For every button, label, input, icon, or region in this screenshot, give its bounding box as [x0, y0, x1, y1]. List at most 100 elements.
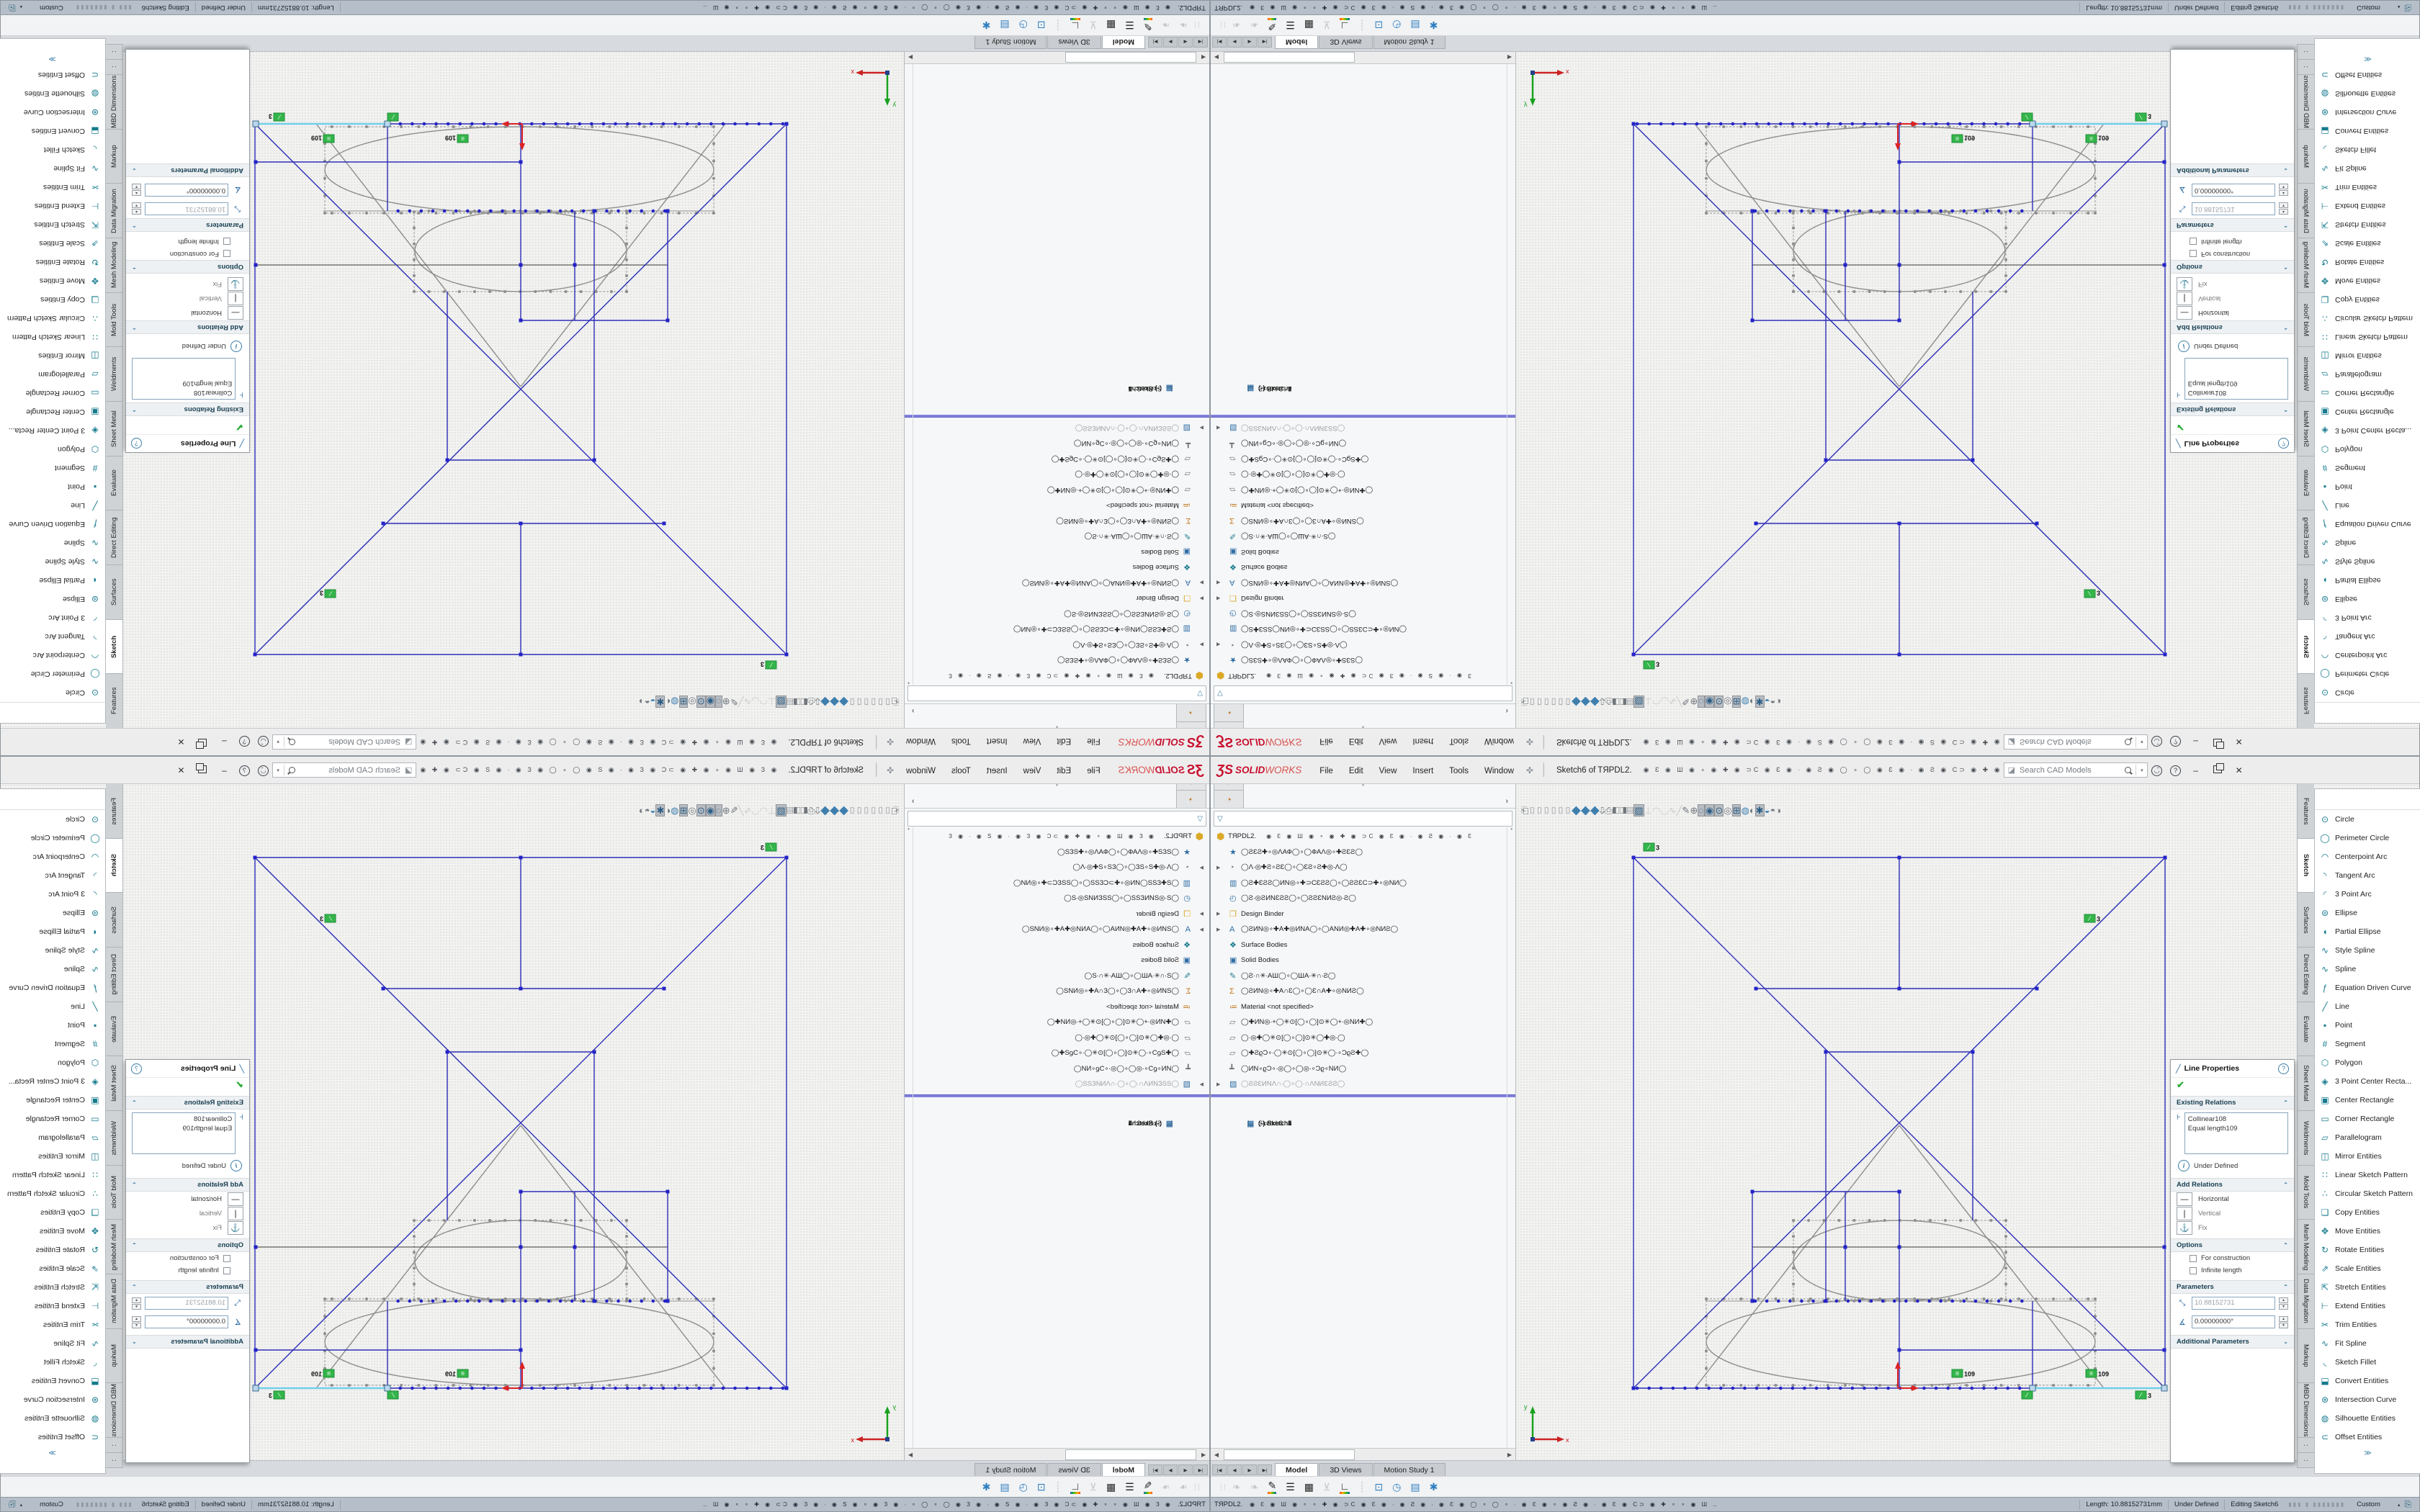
flyout-more-icon[interactable]: ≫	[0, 1449, 105, 1457]
flyout-menu-item[interactable]: ∴ Circular Sketch Pattern	[0, 309, 105, 328]
menu-item[interactable]: Insert	[1404, 737, 1441, 746]
hud-tool-icon[interactable]: ▯	[1536, 805, 1543, 816]
angle-input[interactable]: 0.00000000°	[2192, 1315, 2275, 1328]
user-account-icon[interactable]: ◡̈	[254, 764, 272, 776]
flyout-menu-item[interactable]: ⬓ Convert Entities	[0, 1372, 105, 1390]
bottom-tool-icon[interactable]: ┊	[1359, 1481, 1365, 1493]
hud-tool-icon[interactable]: ⊞	[1732, 804, 1742, 816]
flyout-menu-item[interactable]: ⊢ Extend Entities	[2315, 1297, 2420, 1315]
hud-tool-icon[interactable]: ∿	[743, 805, 751, 816]
hud-tool-icon[interactable]: ▯	[1543, 805, 1550, 816]
relation-item[interactable]: Equal length109	[135, 1124, 232, 1133]
bottom-tool-icon[interactable]: ▤	[1410, 1481, 1420, 1493]
hud-tool-icon[interactable]: ◆	[820, 805, 830, 816]
hud-tool-icon[interactable]: ⎙	[1605, 805, 1612, 816]
command-tab[interactable]: :	[106, 44, 122, 59]
bottom-tool-icon[interactable]: ⊡	[1374, 1481, 1383, 1493]
menu-item[interactable]: View	[1371, 767, 1405, 775]
close-button[interactable]: ✕	[170, 765, 192, 775]
bottom-tool-icon[interactable]: ∟	[1070, 1480, 1080, 1494]
tab-scroll-button[interactable]: |◀	[1212, 1464, 1227, 1475]
hud-tool-icon[interactable]: ⎙	[807, 805, 815, 816]
flyout-menu-item[interactable]: ▣ Center Rectangle	[0, 402, 105, 421]
flyout-menu-item[interactable]: ↻ Rotate Entities	[0, 253, 105, 271]
status-mbd-icon[interactable]: ⎘	[9, 2, 16, 13]
spinner-up[interactable]: ▲	[2279, 210, 2288, 215]
spinner-down[interactable]: ▼	[132, 1304, 141, 1310]
bottom-tool-icon[interactable]: ┊	[1055, 19, 1061, 32]
flyout-menu-item[interactable]: ⊙ Circle	[2315, 683, 2420, 702]
flyout-menu-item[interactable]: ⊛ Intersection Curve	[2315, 1390, 2420, 1409]
flyout-menu-item[interactable]: ◖ Partial Ellipse	[2315, 571, 2420, 590]
hud-tool-icon[interactable]: ✱	[1755, 804, 1765, 816]
hud-tool-icon[interactable]: ▨	[776, 696, 786, 708]
hud-tool-icon[interactable]: ▯	[1564, 696, 1572, 707]
bottom-tool-icon[interactable]: ✎	[1268, 1480, 1276, 1494]
section-additional-parameters[interactable]: Additional Parameters ⌄	[2171, 163, 2294, 177]
menu-item[interactable]: Insert	[1404, 767, 1441, 775]
flyout-menu-item[interactable]: ◟ Sketch Fillet	[2315, 1353, 2420, 1372]
model-tab[interactable]: Motion Study 1	[1373, 1463, 1446, 1477]
flyout-menu-item[interactable]: ⇗ Scale Entities	[0, 234, 105, 253]
command-tab[interactable]: Markup	[106, 129, 122, 184]
hud-tool-icon[interactable]: ◆	[1581, 696, 1590, 707]
command-tab[interactable]: Mold Tools	[106, 1166, 122, 1220]
hud-tool-icon[interactable]: ⊞	[679, 804, 689, 816]
flyout-menu-item[interactable]: ╱ Line	[0, 496, 105, 515]
collapse-icon[interactable]: ⌃	[132, 1099, 137, 1106]
hud-tool-icon[interactable]: ◐	[665, 805, 671, 816]
hud-tool-icon[interactable]: ◆	[830, 805, 839, 816]
pin-menu-icon[interactable]: ✜	[887, 737, 894, 747]
hud-tool-icon[interactable]: ◨	[1620, 805, 1627, 816]
panel-help-icon[interactable]: ?	[2278, 1063, 2289, 1074]
hud-tool-icon[interactable]: ▯	[856, 696, 863, 707]
flyout-menu-item[interactable]: ∿ Fit Spline	[2315, 1334, 2420, 1353]
hud-tool-icon[interactable]: ▤	[786, 696, 794, 707]
flyout-menu-item[interactable]: ◜ 3 Point Arc	[0, 608, 105, 627]
bottom-tool-icon[interactable]: ❧	[1162, 19, 1170, 32]
bottom-tool-icon[interactable]: ☰	[1286, 1481, 1295, 1493]
angle-input[interactable]: 0.00000000°	[145, 184, 228, 197]
flyout-menu-item[interactable]: ◯ Perimeter Circle	[2315, 665, 2420, 683]
hud-tool-icon[interactable]: ◎	[1724, 696, 1731, 707]
hud-tool-icon[interactable]: ╱	[1677, 805, 1682, 816]
quick-access-toolbar[interactable]: ◉ Ɛ ◉ Ш ◉ ∘ ◉ ✚ ◉ ⊃C ◉ Ɛ ◉ ∙ ◉ Ƨ ◉ ◯ ∘ ◯…	[416, 766, 776, 774]
flyout-menu-item[interactable]: ⊜ Ellipse	[0, 904, 105, 922]
hud-tool-icon[interactable]: ▯	[884, 696, 892, 707]
command-tab[interactable]: Weldments	[2298, 1111, 2314, 1166]
bottom-tool-icon[interactable]: ⊡	[1374, 19, 1383, 32]
relation-item[interactable]: Equal length109	[2188, 379, 2285, 388]
hud-tool-icon[interactable]: ◌	[1698, 804, 1705, 816]
bottom-tool-icon[interactable]: ▤	[1410, 19, 1420, 32]
menu-item[interactable]: Edit	[1049, 737, 1079, 746]
menu-item[interactable]: Window	[898, 737, 944, 746]
flyout-menu-item[interactable]: ✥ Move Entities	[2315, 271, 2420, 290]
command-tab[interactable]: Direct Editing	[2298, 510, 2314, 564]
flyout-menu-item[interactable]: ▪ Point	[2315, 1016, 2420, 1035]
vertical-relation-button[interactable]: ❘	[228, 1207, 243, 1220]
menu-item[interactable]: Tools	[1441, 767, 1476, 775]
flyout-menu-item[interactable]: ⊙ Circle	[0, 810, 105, 829]
hud-tool-icon[interactable]: ▯	[877, 696, 884, 707]
tree-item[interactable]: ▦ (-) Sketch6	[904, 784, 1209, 1461]
minimize-button[interactable]: –	[213, 737, 235, 747]
section-parameters[interactable]: Parameters ⌃	[126, 218, 249, 232]
tab-scroll-button[interactable]: ▶	[1163, 1464, 1178, 1475]
command-tab[interactable]: Sheet Metal	[106, 401, 122, 456]
vertical-relation-button[interactable]: ❘	[2177, 1207, 2192, 1220]
status-custom-dropdown[interactable]: Custom	[32, 1500, 71, 1508]
model-tab[interactable]: Motion Study 1	[1373, 35, 1446, 49]
flyout-menu-item[interactable]: ƒ Equation Driven Curve	[2315, 978, 2420, 997]
flyout-menu-item[interactable]: ╱ Line	[0, 997, 105, 1016]
toolbar-drag-handle[interactable]: ┊┊	[1219, 1486, 1223, 1488]
flyout-menu-item[interactable]: ◖ Partial Ellipse	[0, 922, 105, 941]
flyout-menu-item[interactable]: ∿ Fit Spline	[0, 1334, 105, 1353]
tab-scroll-button[interactable]: |◀	[1212, 37, 1227, 48]
hud-tool-icon[interactable]: ◑	[1775, 696, 1781, 707]
for-construction-checkbox[interactable]	[2190, 1255, 2197, 1262]
section-additional-parameters[interactable]: Additional Parameters ⌄	[126, 1335, 249, 1349]
hud-tool-icon[interactable]: ⎗	[892, 696, 899, 707]
search-caret-icon[interactable]: ▾	[2141, 739, 2143, 745]
hud-tool-icon[interactable]: ▯	[870, 805, 877, 816]
bottom-tool-icon[interactable]: ▦	[1304, 1481, 1314, 1493]
